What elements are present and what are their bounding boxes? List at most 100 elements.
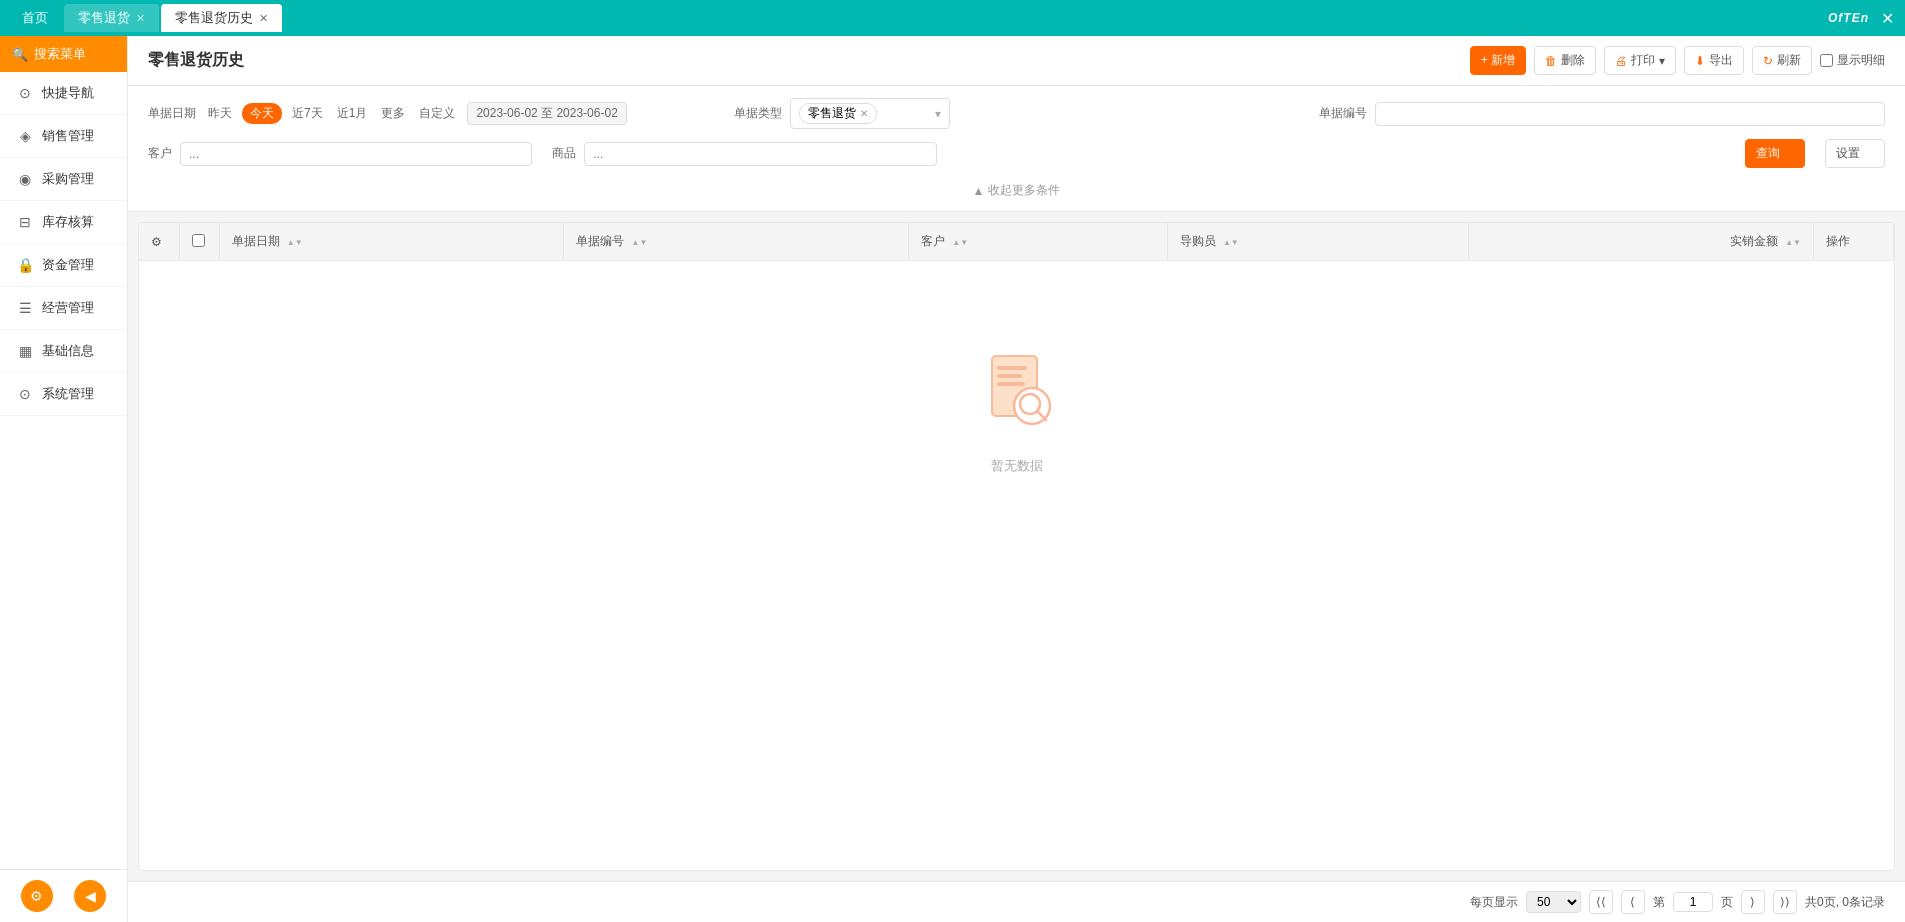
tab-retail-return-history[interactable]: 零售退货历史 ✕ xyxy=(161,4,282,32)
search-icon: 🔍 xyxy=(12,47,28,62)
page-header: 零售退货历史 + 新增 🗑 删除 🖨 打印 ▾ ⬇ 导出 xyxy=(128,36,1905,86)
date-filter-field: 单据日期 昨天 今天 近7天 近1月 更多 自定义 2023-06-02 至 2… xyxy=(148,102,714,125)
select-all-checkbox[interactable] xyxy=(192,234,205,247)
page-number-input[interactable] xyxy=(1673,892,1713,912)
collapse-sidebar-button[interactable]: ◀ xyxy=(74,880,106,912)
tab-retail-return-history-close[interactable]: ✕ xyxy=(259,12,268,25)
sidebar: 🔍 搜索菜单 ⊙ 快捷导航 ◈ 销售管理 ◉ 采购管理 ⊟ 库存核算 🔒 资金管… xyxy=(0,36,128,922)
export-button-label: 导出 xyxy=(1709,52,1733,69)
page-label: 第 xyxy=(1653,894,1665,911)
doc-type-tag-close[interactable]: ✕ xyxy=(860,108,868,119)
col-customer[interactable]: 客户 ▲▼ xyxy=(908,223,1167,261)
sidebar-item-ops-mgmt[interactable]: ☰ 经营管理 xyxy=(0,287,127,330)
customer-sort-icon: ▲▼ xyxy=(952,238,968,247)
refresh-button-label: 刷新 xyxy=(1777,52,1801,69)
new-button[interactable]: + 新增 xyxy=(1470,46,1526,75)
sidebar-item-quick-nav[interactable]: ⊙ 快捷导航 xyxy=(0,72,127,115)
display-toggle-label: 显示明细 xyxy=(1837,52,1885,69)
date-range-input[interactable]: 2023-06-02 至 2023-06-02 xyxy=(467,102,626,125)
tab-retail-return-close[interactable]: ✕ xyxy=(136,12,145,25)
refresh-button[interactable]: ↻ 刷新 xyxy=(1752,46,1812,75)
sidebar-item-sales-label: 销售管理 xyxy=(42,127,94,145)
page-next-button[interactable]: ⟩ xyxy=(1741,890,1765,914)
doc-num-filter-field: 单据编号 xyxy=(1319,102,1885,126)
content-area: 零售退货历史 + 新增 🗑 删除 🖨 打印 ▾ ⬇ 导出 xyxy=(128,36,1905,922)
page-title: 零售退货历史 xyxy=(148,50,1470,71)
page-prev-button[interactable]: ⟨ xyxy=(1621,890,1645,914)
pagination-bar: 每页显示 50 10 20 100 ⟨⟨ ⟨ 第 页 ⟩ ⟩⟩ 共0页, 0条记… xyxy=(128,881,1905,922)
sidebar-search[interactable]: 🔍 搜索菜单 xyxy=(0,36,127,72)
col-settings[interactable]: ⚙ xyxy=(139,223,179,261)
goods-filter-field: 商品 xyxy=(552,142,936,166)
col-docnum[interactable]: 单据编号 ▲▼ xyxy=(564,223,909,261)
sidebar-item-finance-mgmt[interactable]: 🔒 资金管理 xyxy=(0,244,127,287)
doc-type-tag-value: 零售退货 xyxy=(808,105,856,122)
date-shortcut-7days[interactable]: 近7天 xyxy=(288,103,327,124)
export-button[interactable]: ⬇ 导出 xyxy=(1684,46,1744,75)
print-icon: 🖨 xyxy=(1615,54,1627,68)
goods-input[interactable] xyxy=(584,142,936,166)
finance-icon: 🔒 xyxy=(16,256,34,274)
purchase-icon: ◉ xyxy=(16,170,34,188)
sidebar-item-inventory-label: 库存核算 xyxy=(42,213,94,231)
toolbar: + 新增 🗑 删除 🖨 打印 ▾ ⬇ 导出 ↻ 刷新 xyxy=(1470,46,1885,75)
sidebar-item-finance-label: 资金管理 xyxy=(42,256,94,274)
print-dropdown-icon: ▾ xyxy=(1659,54,1665,68)
doc-type-filter-field: 单据类型 零售退货 ✕ ▾ xyxy=(734,98,1300,129)
date-shortcut-1month[interactable]: 近1月 xyxy=(333,103,372,124)
sidebar-bottom: ⚙ ◀ xyxy=(0,869,127,922)
col-amount[interactable]: 实销金额 ▲▼ xyxy=(1469,223,1814,261)
col-date[interactable]: 单据日期 ▲▼ xyxy=(219,223,564,261)
settings-bottom-button[interactable]: ⚙ xyxy=(21,880,53,912)
date-shortcut-more[interactable]: 更多 xyxy=(377,103,409,124)
window-close-button[interactable]: ✕ xyxy=(1877,8,1897,28)
tab-retail-return[interactable]: 零售退货 ✕ xyxy=(64,4,159,32)
sidebar-item-quick-nav-label: 快捷导航 xyxy=(42,84,94,102)
tab-home[interactable]: 首页 xyxy=(8,4,62,32)
print-button-label: 打印 xyxy=(1631,52,1655,69)
sidebar-item-inventory[interactable]: ⊟ 库存核算 xyxy=(0,201,127,244)
svg-rect-1 xyxy=(997,366,1027,370)
filter-row-1: 单据日期 昨天 今天 近7天 近1月 更多 自定义 2023-06-02 至 2… xyxy=(148,98,1885,129)
delete-button[interactable]: 🗑 删除 xyxy=(1534,46,1596,75)
sidebar-item-base-info[interactable]: ▦ 基础信息 xyxy=(0,330,127,373)
doc-type-dropdown-icon: ▾ xyxy=(935,107,941,121)
sidebar-item-sys-mgmt[interactable]: ⊙ 系统管理 xyxy=(0,373,127,416)
display-toggle[interactable]: 显示明细 xyxy=(1820,52,1885,69)
print-button[interactable]: 🖨 打印 ▾ xyxy=(1604,46,1676,75)
brand-text: OfTEn xyxy=(1828,11,1869,25)
customer-filter-field: 客户 xyxy=(148,142,532,166)
empty-icon xyxy=(967,341,1067,441)
page-first-button[interactable]: ⟨⟨ xyxy=(1589,890,1613,914)
customer-label: 客户 xyxy=(148,145,172,162)
col-guide[interactable]: 导购员 ▲▼ xyxy=(1167,223,1469,261)
per-page-select[interactable]: 50 10 20 100 xyxy=(1526,891,1581,913)
customer-input[interactable] xyxy=(180,142,532,166)
display-toggle-checkbox[interactable] xyxy=(1820,54,1833,67)
collapse-label: 收起更多条件 xyxy=(988,182,1060,199)
sidebar-item-sales-mgmt[interactable]: ◈ 销售管理 xyxy=(0,115,127,158)
delete-button-label: 删除 xyxy=(1561,52,1585,69)
sidebar-search-label: 搜索菜单 xyxy=(34,45,86,63)
sidebar-item-base-info-label: 基础信息 xyxy=(42,342,94,360)
per-page-label: 每页显示 xyxy=(1470,894,1518,911)
query-button-label: 查询 xyxy=(1756,145,1780,162)
table-area: ⚙ 单据日期 ▲▼ 单据编号 ▲▼ 客户 xyxy=(138,222,1895,871)
main-layout: 🔍 搜索菜单 ⊙ 快捷导航 ◈ 销售管理 ◉ 采购管理 ⊟ 库存核算 🔒 资金管… xyxy=(0,36,1905,922)
doc-type-select[interactable]: 零售退货 ✕ ▾ xyxy=(790,98,950,129)
date-shortcut-yesterday[interactable]: 昨天 xyxy=(204,103,236,124)
doc-num-input[interactable] xyxy=(1375,102,1885,126)
date-filter-label: 单据日期 xyxy=(148,105,196,122)
page-last-button[interactable]: ⟩⟩ xyxy=(1773,890,1797,914)
collapse-row[interactable]: ▲ 收起更多条件 xyxy=(148,178,1885,199)
doc-num-label: 单据编号 xyxy=(1319,105,1367,122)
settings-filter-button[interactable]: 设置 xyxy=(1825,139,1885,168)
tab-retail-return-label: 零售退货 xyxy=(78,9,130,27)
base-info-icon: ▦ xyxy=(16,342,34,360)
col-checkbox[interactable] xyxy=(179,223,219,261)
date-shortcut-custom[interactable]: 自定义 xyxy=(415,103,459,124)
empty-text: 暂无数据 xyxy=(991,457,1043,475)
sidebar-item-purchase-mgmt[interactable]: ◉ 采购管理 xyxy=(0,158,127,201)
date-shortcut-today[interactable]: 今天 xyxy=(242,103,282,124)
query-button[interactable]: 查询 xyxy=(1745,139,1805,168)
